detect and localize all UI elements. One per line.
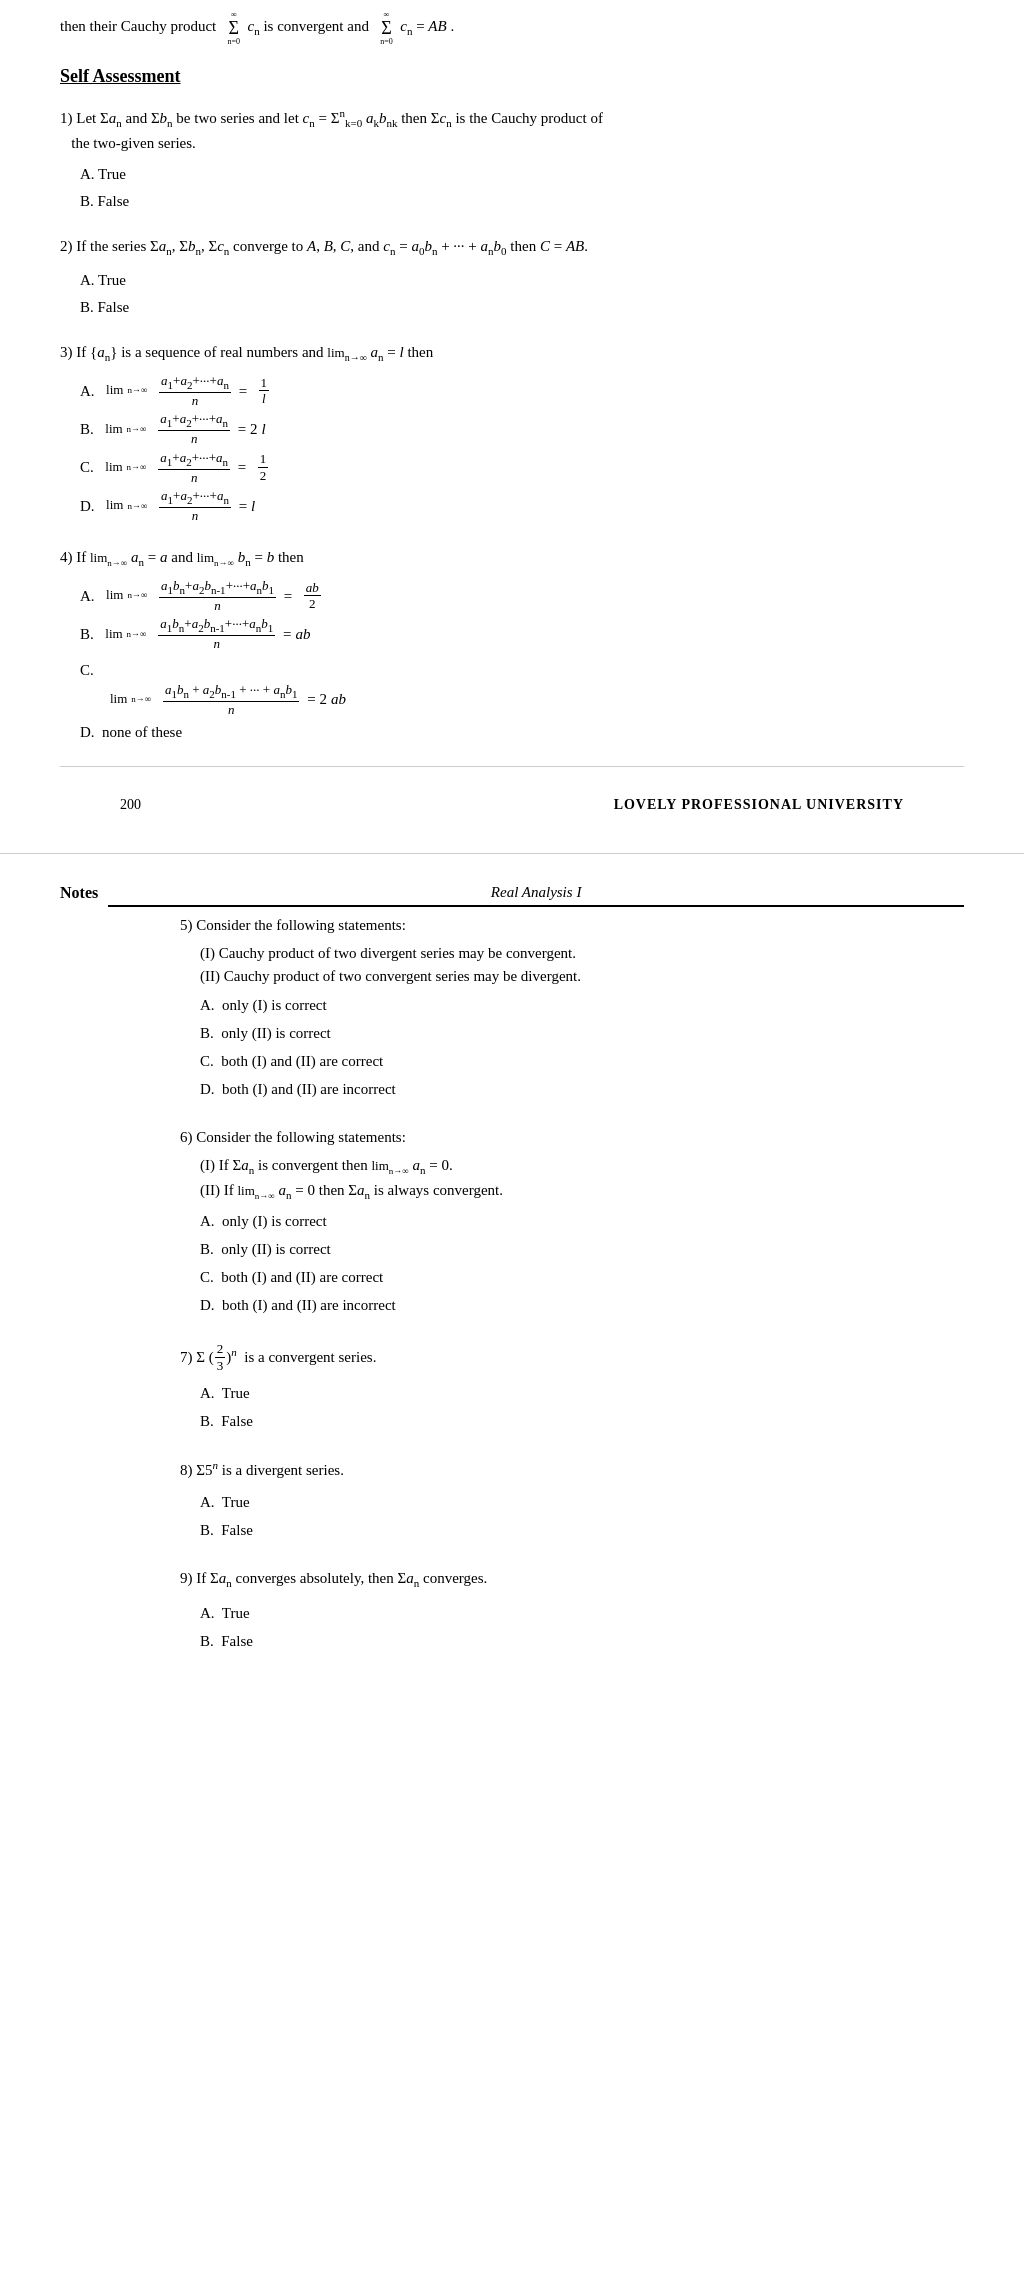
q4-option-d: D. none of these [80, 720, 964, 744]
notes-question-9: 9) If Σan converges absolutely, then Σan… [180, 1566, 964, 1653]
notes-q5-opt-c: C. both (I) and (II) are correct [200, 1049, 964, 1073]
question-3: 3) If {an} is a sequence of real numbers… [60, 341, 964, 524]
notes-q5-text: 5) Consider the following statements: [180, 913, 964, 937]
notes-q7-opt-a: A. True [200, 1381, 964, 1405]
university-name: LOVELY PROFESSIONAL UNIVERSITY [614, 797, 904, 813]
question-4: 4) If limn→∞ an = a and limn→∞ bn = b th… [60, 546, 964, 745]
question-2: 2) If the series Σan, Σbn, Σcn converge … [60, 235, 964, 319]
notes-q8-opt-b: B. False [200, 1518, 964, 1542]
page-number: 200 [120, 797, 141, 813]
notes-q6-opt-a: A. only (I) is correct [200, 1209, 964, 1233]
notes-q7-opt-b: B. False [200, 1409, 964, 1433]
notes-question-8: 8) Σ5n is a divergent series. A. True B.… [180, 1457, 964, 1542]
notes-content: 5) Consider the following statements: (I… [60, 913, 964, 1653]
notes-q6-opt-c: C. both (I) and (II) are correct [200, 1265, 964, 1289]
q2-option-b: B. False [80, 295, 964, 319]
notes-q8-text: 8) Σ5n is a divergent series. [180, 1457, 964, 1482]
notes-section: Notes Real Analysis I 5) Consider the fo… [0, 854, 1024, 1707]
notes-q9-opt-b: B. False [200, 1629, 964, 1653]
notes-q6-text: 6) Consider the following statements: [180, 1125, 964, 1149]
q2-option-a: A. True [80, 268, 964, 292]
notes-question-6: 6) Consider the following statements: (I… [180, 1125, 964, 1317]
notes-q5-stmt1: (I) Cauchy product of two divergent seri… [200, 945, 964, 962]
q4-option-b: B. limn→∞ a1bn+a2bn-1+···+anb1 n = ab [80, 616, 964, 651]
notes-q6-stmt1: (I) If Σan is convergent then limn→∞ an … [200, 1157, 964, 1176]
question-3-text: 3) If {an} is a sequence of real numbers… [60, 341, 964, 366]
q3-option-a: A. limn→∞ a1+a2+···+an n = 1 l [80, 373, 964, 408]
notes-q7-text: 7) Σ ( 2 3 ) n is a convergent series. [180, 1341, 964, 1373]
question-1-text: 1) Let Σan and Σbn be two series and let… [60, 105, 964, 154]
q3-option-c: C. limn→∞ a1+a2+···+an n = 1 2 [80, 450, 964, 485]
page-footer: 200 LOVELY PROFESSIONAL UNIVERSITY [60, 766, 964, 833]
q1-option-a: A. True [80, 162, 964, 186]
question-2-text: 2) If the series Σan, Σbn, Σcn converge … [60, 235, 964, 260]
q4-option-a: A. limn→∞ a1bn+a2bn-1+···+anb1 n = ab 2 [80, 578, 964, 613]
question-4-text: 4) If limn→∞ an = a and limn→∞ bn = b th… [60, 546, 964, 571]
notes-q5-opt-b: B. only (II) is correct [200, 1021, 964, 1045]
notes-question-7: 7) Σ ( 2 3 ) n is a convergent series. A… [180, 1341, 964, 1433]
section-title: Self Assessment [60, 66, 964, 87]
q3-option-d: D. limn→∞ a1+a2+···+an n = l [80, 488, 964, 523]
notes-q6-opt-b: B. only (II) is correct [200, 1237, 964, 1261]
notes-q6-opt-d: D. both (I) and (II) are incorrect [200, 1293, 964, 1317]
notes-q9-opt-a: A. True [200, 1601, 964, 1625]
notes-q8-opt-a: A. True [200, 1490, 964, 1514]
question-1: 1) Let Σan and Σbn be two series and let… [60, 105, 964, 213]
q1-option-b: B. False [80, 189, 964, 213]
q3-option-b: B. limn→∞ a1+a2+···+an n = 2l [80, 411, 964, 446]
notes-q5-stmt2: (II) Cauchy product of two convergent se… [200, 968, 964, 985]
notes-q9-text: 9) If Σan converges absolutely, then Σan… [180, 1566, 964, 1593]
notes-header-title: Real Analysis I [491, 884, 582, 901]
notes-label: Notes [60, 884, 98, 902]
notes-q5-opt-d: D. both (I) and (II) are incorrect [200, 1077, 964, 1101]
q4-option-c: C. limn→∞ a1bn + a2bn-1 + ··· + anb1 n =… [80, 658, 964, 717]
notes-question-5: 5) Consider the following statements: (I… [180, 913, 964, 1101]
notes-q6-stmt2: (II) If limn→∞ an = 0 then Σan is always… [200, 1182, 964, 1201]
cauchy-intro-line: then their Cauchy product ∞ Σ n=0 cn is … [60, 10, 964, 46]
notes-q5-opt-a: A. only (I) is correct [200, 993, 964, 1017]
